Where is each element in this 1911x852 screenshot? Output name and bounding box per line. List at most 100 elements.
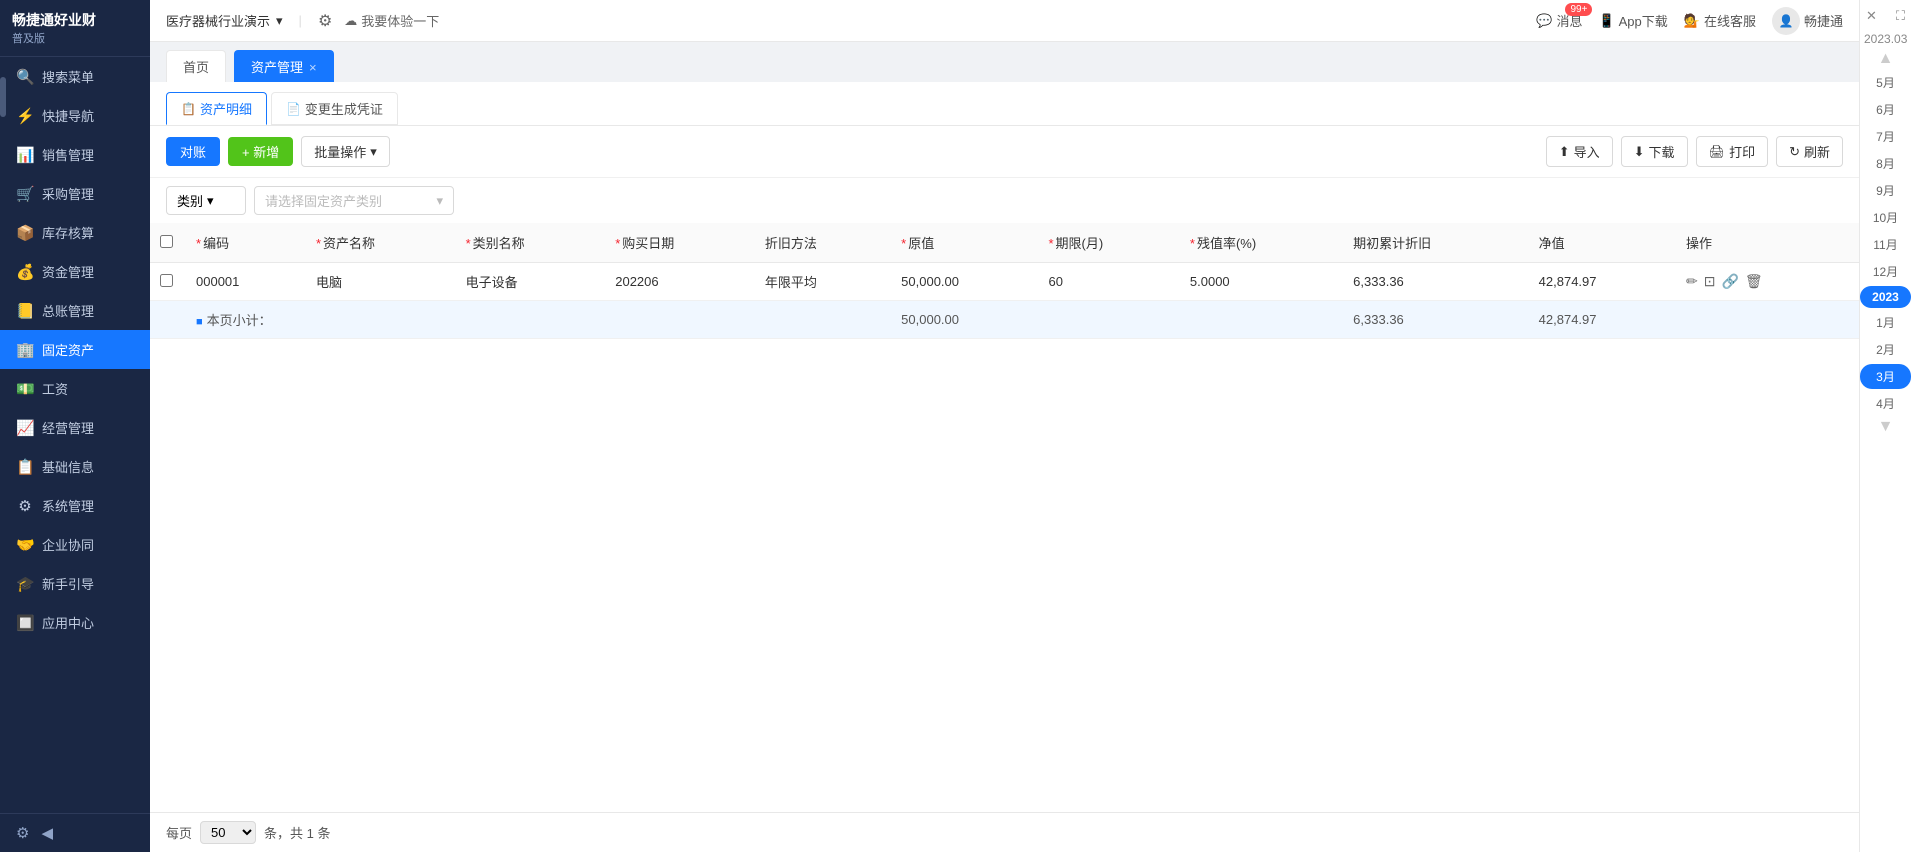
month-5[interactable]: 5月 <box>1860 70 1911 95</box>
category-type-select[interactable]: 类别 ▾ <box>166 186 246 215</box>
scroll-down-arrow[interactable]: ▼ <box>1878 418 1894 436</box>
refresh-button[interactable]: ↻ 刷新 <box>1776 136 1843 167</box>
new-button[interactable]: + 新增 <box>228 137 293 166</box>
sidebar-item-quick-nav[interactable]: ⚡ 快捷导航 <box>0 96 150 135</box>
select-all-checkbox[interactable] <box>160 235 173 248</box>
sidebar-label-search-menu: 搜索菜单 <box>42 67 94 86</box>
sidebar-logo: 畅捷通好业财 普及版 <box>0 0 150 57</box>
panel-year-title: 2023.03 <box>1860 30 1911 48</box>
filter-dropdown-icon: ▾ <box>207 193 214 209</box>
sidebar-icon-cooperation: 🤝 <box>16 536 34 554</box>
subtotal-accumulated: 6,333.36 <box>1343 301 1528 339</box>
sidebar-item-app-center[interactable]: 🔲应用中心 <box>0 603 150 642</box>
sidebar: 畅捷通好业财 普及版 🔍搜索菜单 ⚡ 快捷导航 📊销售管理🛒采购管理 📦 库存核算 💰资金管… <box>0 0 150 852</box>
import-button[interactable]: ⬆ 导入 <box>1546 136 1613 167</box>
download-button[interactable]: ⬇ 下载 <box>1621 136 1688 167</box>
tab-home[interactable]: 首页 <box>166 50 226 82</box>
online-service-button[interactable]: 💁 在线客服 <box>1684 11 1756 30</box>
copy-icon[interactable]: ⊡ <box>1704 273 1716 290</box>
sidebar-item-inventory[interactable]: 📦 库存核算 <box>0 213 150 252</box>
settings-gear-icon[interactable]: ⚙ <box>318 11 332 31</box>
import-label: 导入 <box>1574 142 1600 161</box>
batch-ops-button[interactable]: 批量操作 ▾ <box>301 136 390 167</box>
sidebar-item-purchase[interactable]: 🛒采购管理 <box>0 174 150 213</box>
tab-asset-mgmt[interactable]: 资产管理× <box>234 50 334 82</box>
experience-button[interactable]: ☁ 我要体验一下 <box>344 11 439 30</box>
subtotal-row: ■本页小计： 50,000.00 6,333.36 42,874.97 <box>150 301 1859 339</box>
app-download-label: App下载 <box>1619 11 1668 30</box>
service-icon: 💁 <box>1684 13 1700 29</box>
filter-value-dropdown-icon: ▾ <box>436 193 443 209</box>
month-3-current[interactable]: 3月 <box>1860 364 1911 389</box>
month-11[interactable]: 11月 <box>1860 232 1911 257</box>
subtab-asset-detail[interactable]: 📋资产明细 <box>166 92 267 125</box>
month-10[interactable]: 10月 <box>1860 205 1911 230</box>
expand-panel-icon[interactable]: ⛶ <box>1896 8 1905 24</box>
link-icon[interactable]: 🔗 <box>1721 273 1738 290</box>
content-area: 📋资产明细📄变更生成凭证 对账 + 新增 批量操作 ▾ ⬆ 导入 ⬇ 下载 🖨 … <box>150 82 1859 852</box>
batch-ops-label: 批量操作 <box>314 142 366 161</box>
month-2[interactable]: 2月 <box>1860 337 1911 362</box>
sidebar-item-search-menu[interactable]: 🔍搜索菜单 <box>0 57 150 96</box>
sidebar-icon-quick-nav: ⚡ <box>16 107 34 125</box>
sidebar-icon-sales: 📊 <box>16 146 34 164</box>
row-name: 电脑 <box>306 263 456 301</box>
sidebar-label-payroll: 工资 <box>42 379 68 398</box>
tab-close-asset-mgmt[interactable]: × <box>309 60 317 75</box>
sidebar-item-funds[interactable]: 💰资金管理 <box>0 252 150 291</box>
filter-label: 类别 <box>177 191 203 210</box>
refresh-icon: ↻ <box>1789 144 1800 160</box>
category-value-select[interactable]: 请选择固定资产类别 ▾ <box>254 186 454 215</box>
filter-placeholder: 请选择固定资产类别 <box>265 191 382 210</box>
sidebar-item-cooperation[interactable]: 🤝企业协同 <box>0 525 150 564</box>
table-row: 000001 电脑 电子设备 202206 年限平均 50,000.00 60 … <box>150 263 1859 301</box>
messages-button[interactable]: 💬 消息 99+ <box>1536 11 1582 30</box>
delete-icon[interactable]: 🗑 <box>1745 273 1763 290</box>
row-net-value: 42,874.97 <box>1529 263 1676 301</box>
year-2023[interactable]: 2023 <box>1860 286 1911 308</box>
collapse-icon[interactable]: ◀ <box>41 824 53 842</box>
close-panel-icon[interactable]: ✕ <box>1866 8 1877 24</box>
per-page-select[interactable]: 102050100 <box>200 821 256 844</box>
company-selector[interactable]: 医疗器械行业演示 ▾ <box>166 11 283 30</box>
month-8[interactable]: 8月 <box>1860 151 1911 176</box>
row-code: 000001 <box>186 263 306 301</box>
month-1[interactable]: 1月 <box>1860 310 1911 335</box>
row-checkbox[interactable] <box>150 263 186 301</box>
month-9[interactable]: 9月 <box>1860 178 1911 203</box>
scroll-up-arrow[interactable]: ▲ <box>1878 50 1894 68</box>
sidebar-label-basic-info: 基础信息 <box>42 457 94 476</box>
reconcile-button[interactable]: 对账 <box>166 137 220 166</box>
col-original-value: *原值 <box>891 223 1038 263</box>
print-button[interactable]: 🖨 打印 <box>1696 136 1769 167</box>
settings-icon[interactable]: ⚙ <box>16 824 29 842</box>
sidebar-item-operations[interactable]: 📈经营管理 <box>0 408 150 447</box>
col-operations: 操作 <box>1676 223 1859 263</box>
sidebar-item-fixed-assets[interactable]: 🏢固定资产 <box>0 330 150 369</box>
month-7[interactable]: 7月 <box>1860 124 1911 149</box>
sidebar-item-ledger[interactable]: 📒总账管理 <box>0 291 150 330</box>
sidebar-item-system[interactable]: ⚙系统管理 <box>0 486 150 525</box>
sidebar-item-payroll[interactable]: 💵工资 <box>0 369 150 408</box>
sidebar-label-inventory: 库存核算 <box>42 223 94 242</box>
month-6[interactable]: 6月 <box>1860 97 1911 122</box>
app-download-button[interactable]: 📱 App下载 <box>1598 11 1667 30</box>
edit-icon[interactable]: ✏ <box>1686 273 1698 290</box>
subtab-gen-voucher[interactable]: 📄变更生成凭证 <box>271 92 398 125</box>
month-4[interactable]: 4月 <box>1860 391 1911 416</box>
user-area[interactable]: 👤 畅捷通 <box>1772 7 1843 35</box>
sidebar-label-ledger: 总账管理 <box>42 301 94 320</box>
sidebar-icon-inventory: 📦 <box>16 224 34 242</box>
row-accumulated: 6,333.36 <box>1343 263 1528 301</box>
row-check-0[interactable] <box>160 274 173 287</box>
cloud-icon: ☁ <box>344 13 357 29</box>
sidebar-item-basic-info[interactable]: 📋基础信息 <box>0 447 150 486</box>
sidebar-item-sales[interactable]: 📊销售管理 <box>0 135 150 174</box>
subtab-label-asset-detail: 资产明细 <box>200 99 252 118</box>
month-12[interactable]: 12月 <box>1860 259 1911 284</box>
col-accumulated: 期初累计折旧 <box>1343 223 1528 263</box>
sidebar-item-guide[interactable]: 🎓新手引导 <box>0 564 150 603</box>
sidebar-label-quick-nav: 快捷导航 <box>42 106 94 125</box>
logo-title: 畅捷通好业财 <box>12 10 138 30</box>
subtab-icon-gen-voucher: 📄 <box>286 102 301 116</box>
